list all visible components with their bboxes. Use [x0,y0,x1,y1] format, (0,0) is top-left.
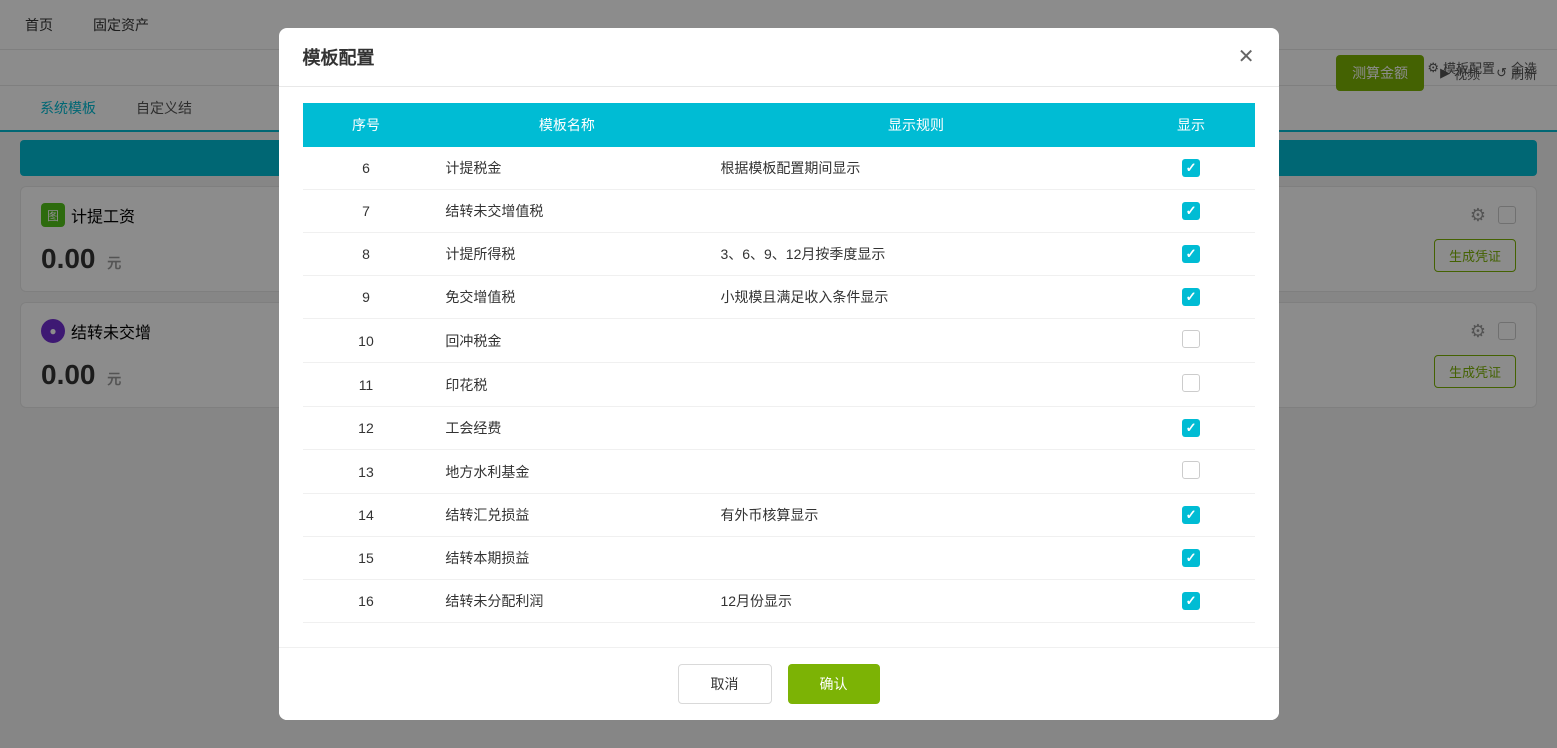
template-config-modal: 模板配置 ✕ 序号 模板名称 显示规则 显示 6计提税金根据模板配置期间显示7结… [279,28,1279,720]
modal-body: 序号 模板名称 显示规则 显示 6计提税金根据模板配置期间显示7结转未交增值税8… [279,87,1279,647]
row-id-10: 10 [303,319,430,363]
row-rule-12 [704,407,1127,450]
row-checkbox-cell-8 [1128,233,1255,276]
row-rule-8: 3、6、9、12月按季度显示 [704,233,1127,276]
table-row: 11印花税 [303,363,1255,407]
col-header-show: 显示 [1128,103,1255,147]
row-checkbox-10[interactable] [1182,330,1200,348]
row-id-11: 11 [303,363,430,407]
row-rule-16: 12月份显示 [704,580,1127,623]
col-header-id: 序号 [303,103,430,147]
table-row: 9免交增值税小规模且满足收入条件显示 [303,276,1255,319]
row-checkbox-8[interactable] [1182,245,1200,263]
row-name-12: 工会经费 [429,407,704,450]
row-checkbox-9[interactable] [1182,288,1200,306]
table-row: 12工会经费 [303,407,1255,450]
row-rule-6: 根据模板配置期间显示 [704,147,1127,190]
row-rule-9: 小规模且满足收入条件显示 [704,276,1127,319]
confirm-button[interactable]: 确认 [788,664,880,704]
row-id-15: 15 [303,537,430,580]
row-id-14: 14 [303,494,430,537]
row-id-6: 6 [303,147,430,190]
table-row: 14结转汇兑损益有外币核算显示 [303,494,1255,537]
table-row: 6计提税金根据模板配置期间显示 [303,147,1255,190]
modal-title: 模板配置 [303,44,375,70]
row-name-8: 计提所得税 [429,233,704,276]
row-name-13: 地方水利基金 [429,450,704,494]
row-checkbox-6[interactable] [1182,159,1200,177]
row-id-12: 12 [303,407,430,450]
row-checkbox-cell-9 [1128,276,1255,319]
row-checkbox-cell-16 [1128,580,1255,623]
row-checkbox-cell-6 [1128,147,1255,190]
row-name-7: 结转未交增值税 [429,190,704,233]
row-rule-14: 有外币核算显示 [704,494,1127,537]
table-row: 7结转未交增值税 [303,190,1255,233]
row-checkbox-14[interactable] [1182,506,1200,524]
row-id-16: 16 [303,580,430,623]
row-rule-15 [704,537,1127,580]
table-row: 8计提所得税3、6、9、12月按季度显示 [303,233,1255,276]
modal-footer: 取消 确认 [279,647,1279,720]
row-name-11: 印花税 [429,363,704,407]
modal-header: 模板配置 ✕ [279,28,1279,87]
row-checkbox-cell-12 [1128,407,1255,450]
row-checkbox-13[interactable] [1182,461,1200,479]
row-rule-11 [704,363,1127,407]
row-checkbox-11[interactable] [1182,374,1200,392]
cancel-button[interactable]: 取消 [678,664,772,704]
row-checkbox-cell-10 [1128,319,1255,363]
col-header-rule: 显示规则 [704,103,1127,147]
row-checkbox-15[interactable] [1182,549,1200,567]
row-checkbox-16[interactable] [1182,592,1200,610]
row-name-15: 结转本期损益 [429,537,704,580]
table-row: 16结转未分配利润12月份显示 [303,580,1255,623]
row-id-9: 9 [303,276,430,319]
modal-close-button[interactable]: ✕ [1238,47,1255,67]
row-rule-7 [704,190,1127,233]
row-id-13: 13 [303,450,430,494]
row-checkbox-7[interactable] [1182,202,1200,220]
row-name-6: 计提税金 [429,147,704,190]
row-name-10: 回冲税金 [429,319,704,363]
row-rule-10 [704,319,1127,363]
table-row: 13地方水利基金 [303,450,1255,494]
row-checkbox-cell-13 [1128,450,1255,494]
table-row: 15结转本期损益 [303,537,1255,580]
row-id-8: 8 [303,233,430,276]
row-checkbox-12[interactable] [1182,419,1200,437]
row-checkbox-cell-7 [1128,190,1255,233]
table-header-row: 序号 模板名称 显示规则 显示 [303,103,1255,147]
table-row: 10回冲税金 [303,319,1255,363]
row-checkbox-cell-15 [1128,537,1255,580]
row-name-9: 免交增值税 [429,276,704,319]
row-id-7: 7 [303,190,430,233]
row-name-16: 结转未分配利润 [429,580,704,623]
row-checkbox-cell-14 [1128,494,1255,537]
row-rule-13 [704,450,1127,494]
row-checkbox-cell-11 [1128,363,1255,407]
row-name-14: 结转汇兑损益 [429,494,704,537]
config-table: 序号 模板名称 显示规则 显示 6计提税金根据模板配置期间显示7结转未交增值税8… [303,103,1255,623]
col-header-name: 模板名称 [429,103,704,147]
